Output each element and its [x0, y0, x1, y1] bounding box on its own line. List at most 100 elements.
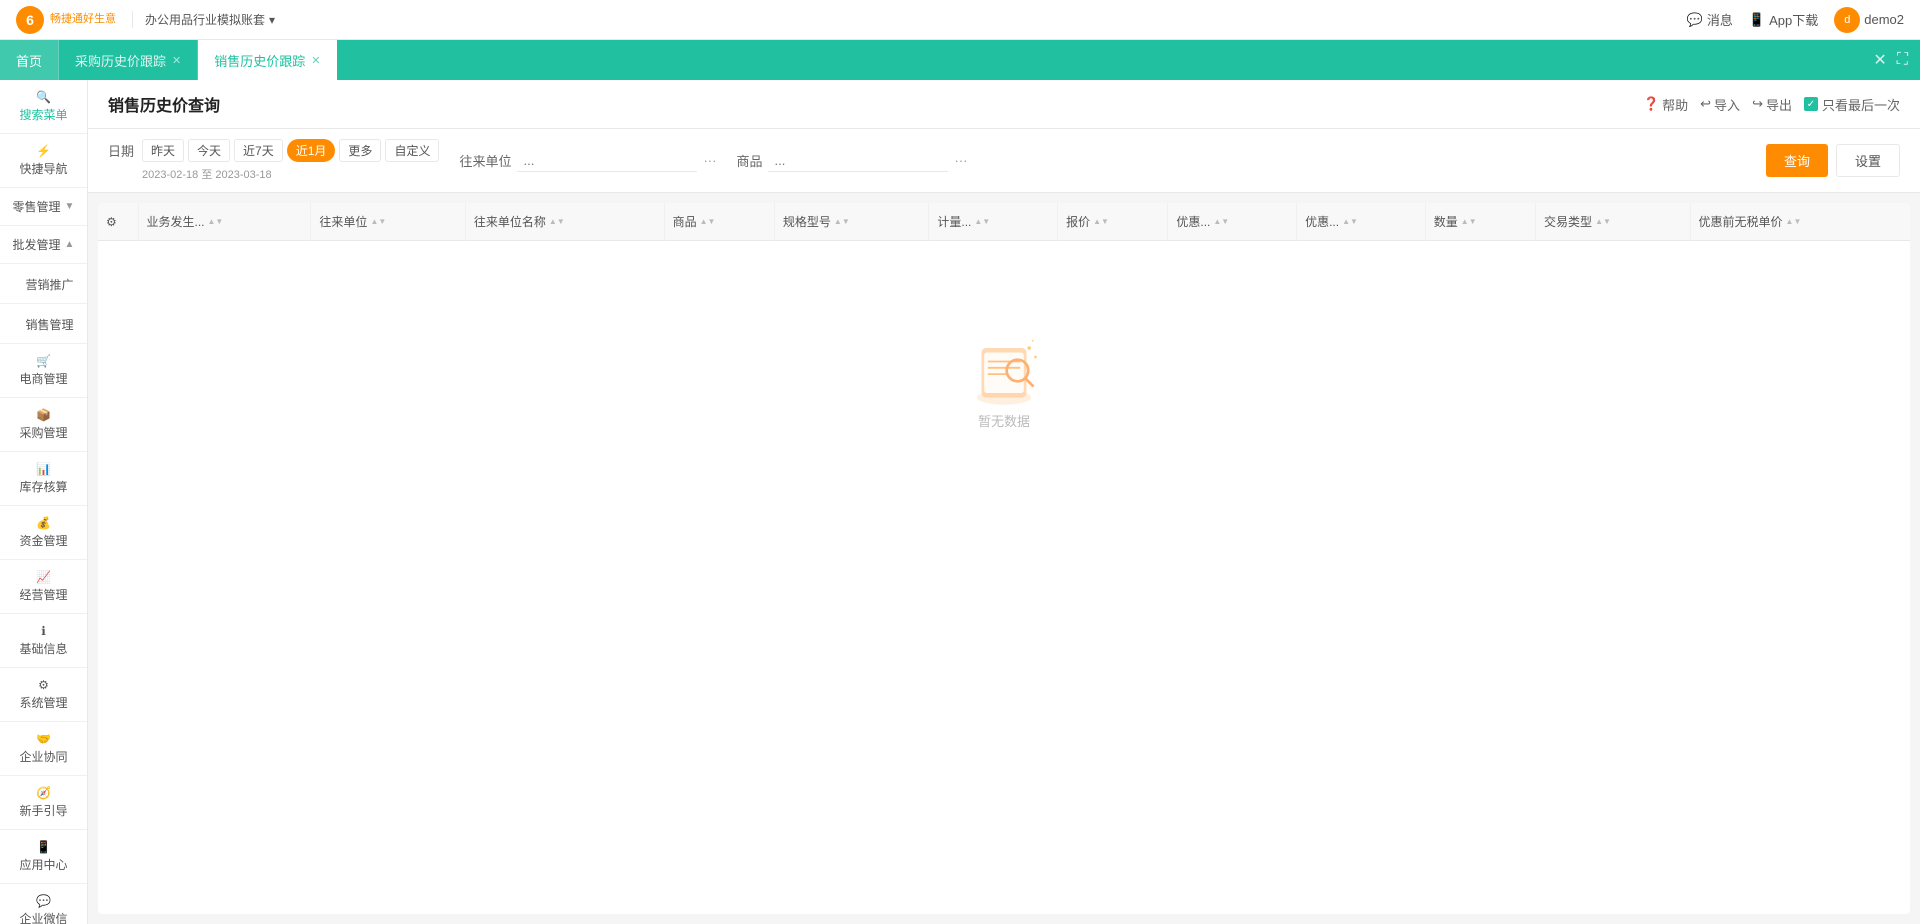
col-pre-discount-price-label: 优惠前无税单价 [1699, 213, 1783, 230]
date-options: 昨天 今天 近7天 近1月 更多 自定义 2023-02-18 至 2023-0… [142, 139, 439, 182]
table-col-spec[interactable]: 规格型号 ▲▼ [774, 203, 928, 241]
avatar: d [1834, 7, 1860, 33]
sidebar-item-marketing[interactable]: 营销推广 [0, 264, 87, 304]
table-col-price[interactable]: 报价 ▲▼ [1058, 203, 1168, 241]
table-col-partner-code[interactable]: 往来单位 ▲▼ [311, 203, 465, 241]
setting-button[interactable]: 设置 [1836, 144, 1900, 177]
sidebar-item-search-menu[interactable]: 🔍 搜索菜单 [0, 80, 87, 134]
sidebar-item-wholesale-mgmt[interactable]: 批发管理 ▲ [0, 226, 87, 264]
empty-state-cell: 暂无数据 [98, 241, 1910, 511]
date-btn-more[interactable]: 更多 [339, 139, 381, 162]
table-col-unit[interactable]: 计量... ▲▼ [929, 203, 1058, 241]
sidebar-item-new-user-guide-label: 新手引导 [19, 802, 67, 819]
table-col-quantity[interactable]: 数量 ▲▼ [1425, 203, 1535, 241]
query-button[interactable]: 查询 [1766, 144, 1828, 177]
retail-mgmt-arrow-icon: ▼ [65, 201, 75, 212]
page-title: 销售历史价查询 [108, 92, 220, 116]
tabbar-actions: ✕ ⛶ [1861, 40, 1920, 80]
date-btn-last7days[interactable]: 近7天 [234, 139, 283, 162]
partner-input-dots: ··· [703, 153, 716, 168]
product-input[interactable] [768, 150, 948, 172]
tab-sales-history[interactable]: 销售历史价跟踪 ✕ [198, 40, 337, 80]
tab-purchase-history-close[interactable]: ✕ [172, 54, 181, 67]
workspace-selector[interactable]: 办公用品行业模拟账套 ▾ [132, 11, 275, 28]
table-col-discount1[interactable]: 优惠... ▲▼ [1168, 203, 1297, 241]
date-filter-label: 日期 [108, 139, 134, 160]
sort-icon-product: ▲▼ [700, 218, 716, 226]
only-last-checkbox[interactable]: ✓ 只看最后一次 [1804, 95, 1900, 114]
sidebar-item-enterprise-collab[interactable]: 🤝 企业协同 [0, 722, 87, 776]
sort-icon-business-date: ▲▼ [208, 218, 224, 226]
export-label: 导出 [1766, 95, 1792, 114]
import-icon: ↩ [1700, 96, 1711, 112]
sort-icon-discount1: ▲▼ [1213, 218, 1229, 226]
help-button[interactable]: ❓ 帮助 [1643, 95, 1688, 114]
col-partner-name-label: 往来单位名称 [474, 213, 546, 230]
table-col-discount2[interactable]: 优惠... ▲▼ [1297, 203, 1426, 241]
sidebar-item-retail-mgmt[interactable]: 零售管理 ▼ [0, 188, 87, 226]
sidebar-item-quick-nav-label: 快捷导航 [19, 160, 67, 177]
sidebar-item-sales-mgmt[interactable]: 销售管理 [0, 304, 87, 344]
sidebar-item-quick-nav[interactable]: ⚡ 快捷导航 [0, 134, 87, 188]
filter-actions: 查询 设置 [1766, 144, 1900, 177]
sidebar-item-app-center[interactable]: 📱 应用中心 [0, 830, 87, 884]
sidebar-item-basic-info[interactable]: ℹ 基础信息 [0, 614, 87, 668]
table-col-trade-type[interactable]: 交易类型 ▲▼ [1536, 203, 1690, 241]
export-icon: ↪ [1752, 96, 1763, 112]
app-download-label: App下载 [1769, 10, 1818, 29]
col-product-label: 商品 [673, 213, 697, 230]
table-col-product[interactable]: 商品 ▲▼ [664, 203, 774, 241]
inventory-icon: 📊 [36, 462, 51, 476]
sort-icon-quantity: ▲▼ [1461, 218, 1477, 226]
table-col-pre-discount-price[interactable]: 优惠前无税单价 ▲▼ [1690, 203, 1910, 241]
sidebar-item-new-user-guide[interactable]: 🧭 新手引导 [0, 776, 87, 830]
sidebar-item-enterprise-wechat[interactable]: 💬 企业微信 [0, 884, 87, 924]
col-price-label: 报价 [1066, 213, 1090, 230]
data-table: ⚙ 业务发生... ▲▼ 往来单位 ▲▼ [98, 203, 1910, 510]
tab-expand-icon[interactable]: ⛶ [1897, 51, 1908, 69]
col-quantity-label: 数量 [1434, 213, 1458, 230]
sidebar-item-app-center-label: 应用中心 [19, 856, 67, 873]
tab-close-window-icon[interactable]: ✕ [1873, 50, 1886, 70]
col-discount1-label: 优惠... [1176, 213, 1210, 230]
message-button[interactable]: 💬 消息 [1687, 10, 1733, 29]
user-profile[interactable]: d demo2 [1834, 7, 1904, 33]
col-spec-label: 规格型号 [783, 213, 831, 230]
help-icon: ❓ [1643, 96, 1659, 112]
sort-icon-partner-code: ▲▼ [370, 218, 386, 226]
empty-text: 暂无数据 [978, 411, 1030, 430]
logo-icon: 6 [16, 6, 44, 34]
import-button[interactable]: ↩ 导入 [1700, 95, 1740, 114]
table-col-business-date[interactable]: 业务发生... ▲▼ [138, 203, 311, 241]
app-download-button[interactable]: 📱 App下载 [1749, 10, 1818, 29]
sidebar-item-operations[interactable]: 📈 经营管理 [0, 560, 87, 614]
date-btn-today[interactable]: 今天 [188, 139, 230, 162]
col-unit-label: 计量... [937, 213, 971, 230]
empty-state-row: 暂无数据 [98, 241, 1910, 511]
sidebar-item-finance[interactable]: 💰 资金管理 [0, 506, 87, 560]
product-filter-label: 商品 [736, 151, 762, 170]
sort-icon-trade-type: ▲▼ [1595, 218, 1611, 226]
date-btn-custom[interactable]: 自定义 [385, 139, 439, 162]
date-buttons: 昨天 今天 近7天 近1月 更多 自定义 [142, 139, 439, 162]
sidebar-item-purchase[interactable]: 📦 采购管理 [0, 398, 87, 452]
date-btn-yesterday[interactable]: 昨天 [142, 139, 184, 162]
tab-sales-history-close[interactable]: ✕ [311, 54, 320, 67]
system-icon: ⚙ [38, 678, 49, 692]
sidebar-item-inventory[interactable]: 📊 库存核算 [0, 452, 87, 506]
table-col-partner-name[interactable]: 往来单位名称 ▲▼ [465, 203, 664, 241]
sidebar-item-system[interactable]: ⚙ 系统管理 [0, 668, 87, 722]
tab-purchase-history[interactable]: 采购历史价跟踪 ✕ [59, 40, 198, 80]
tab-home-label: 首页 [16, 51, 42, 70]
date-btn-last1month[interactable]: 近1月 [287, 139, 336, 162]
table-col-settings[interactable]: ⚙ [98, 203, 138, 241]
main-layout: 🔍 搜索菜单 ⚡ 快捷导航 零售管理 ▼ 批发管理 ▲ 营销推广 销售管理 🛒 … [0, 80, 1920, 924]
partner-input[interactable] [517, 150, 697, 172]
tab-home[interactable]: 首页 [0, 40, 59, 80]
sidebar-item-inventory-label: 库存核算 [19, 478, 67, 495]
topbar: 6 畅捷通好生意 办公用品行业模拟账套 ▾ 💬 消息 📱 App下载 d dem… [0, 0, 1920, 40]
export-button[interactable]: ↪ 导出 [1752, 95, 1792, 114]
sidebar-item-system-label: 系统管理 [19, 694, 67, 711]
purchase-icon: 📦 [36, 408, 51, 422]
sidebar-item-ecommerce[interactable]: 🛒 电商管理 [0, 344, 87, 398]
